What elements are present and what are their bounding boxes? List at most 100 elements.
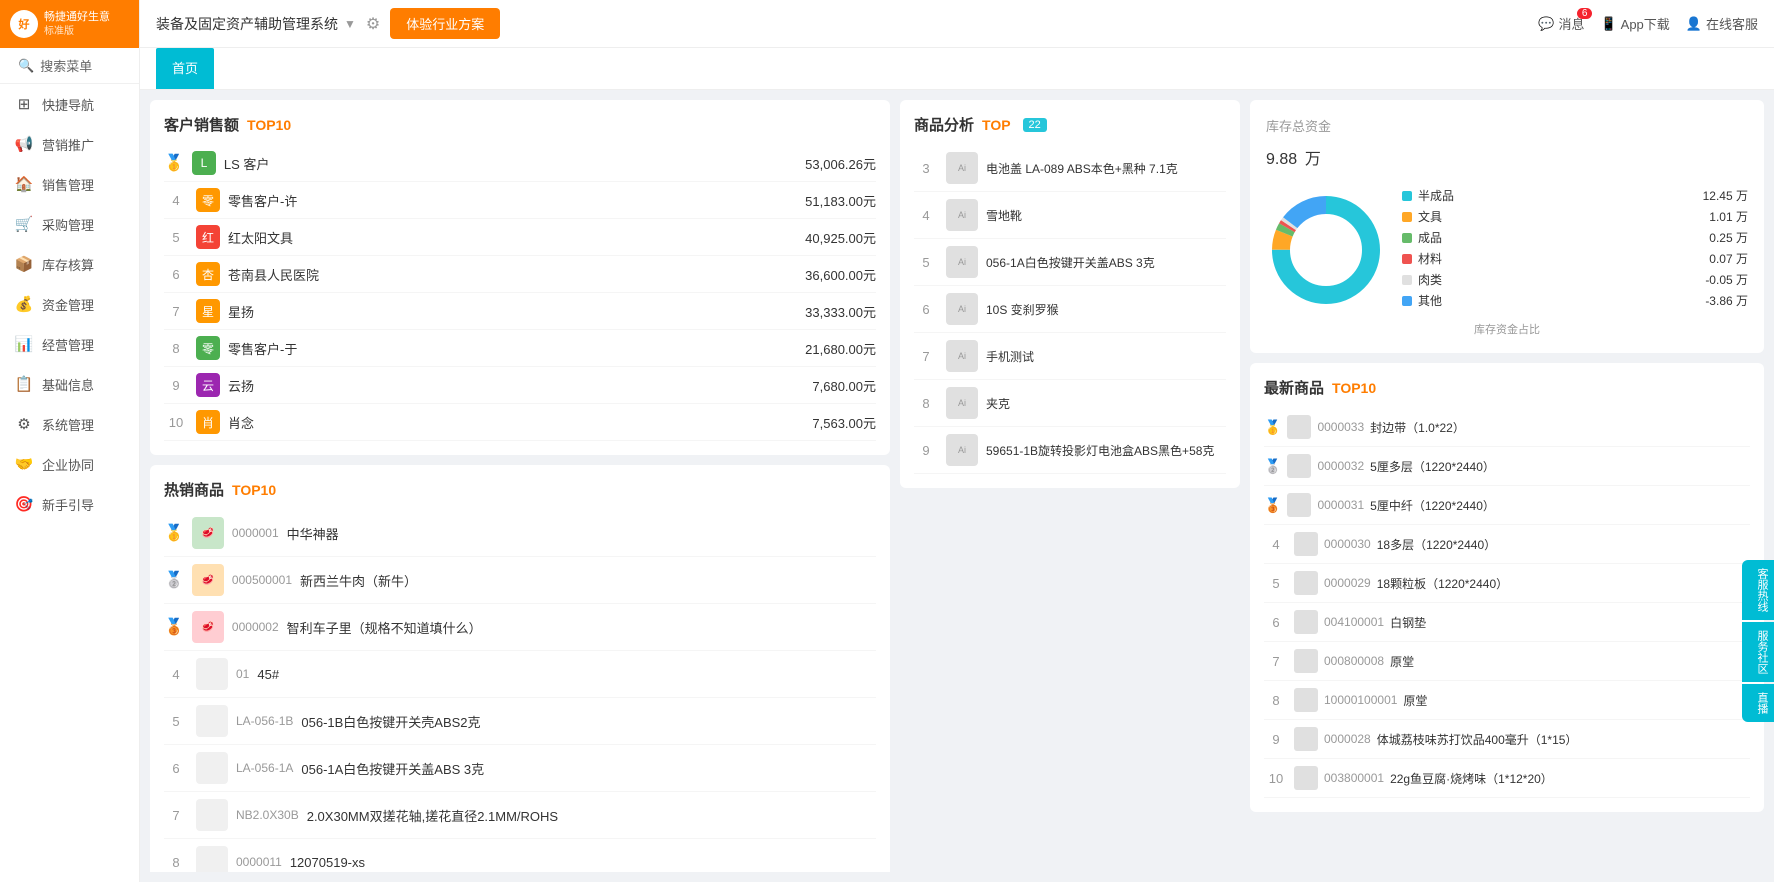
new-products-top10: TOP10 (1332, 380, 1376, 396)
list-item: 8 Ai 夹克 (914, 380, 1226, 427)
rank-number: 7 (1264, 654, 1288, 669)
list-item: 6 004100001 白钢垫 (1264, 603, 1750, 642)
table-row: 5 红 红太阳文具 40,925.00元 (164, 219, 876, 256)
mobile-icon: 📱 (1600, 16, 1616, 32)
product-image: 🥩 (192, 564, 224, 596)
main-area: 装备及固定资产辅助管理系统 ▼ ⚙ 体验行业方案 💬 消息 6 📱 App下载 … (140, 0, 1774, 882)
list-item: 5 LA-056-1B 056-1B白色按键开关壳ABS2克 (164, 698, 876, 745)
avatar: 红 (196, 225, 220, 249)
sidebar-item-finance[interactable]: 💰 资金管理 (0, 284, 139, 324)
customer-ranking-table: 🥇 L LS 客户 53,006.26元 4 零 零售客户-许 51,183.0… (164, 145, 876, 441)
purchase-icon: 🛒 (14, 214, 34, 234)
avatar: 肖 (196, 410, 220, 434)
rank-number: 6 (164, 267, 188, 282)
sales-icon: 🏠 (14, 174, 34, 194)
chart-legend: 半成品 12.45 万 文具 1.01 万 成品 0.25 万 (1402, 187, 1748, 313)
hot-products-top10: TOP10 (232, 482, 276, 498)
sidebar-item-marketing[interactable]: 📢 营销推广 (0, 124, 139, 164)
avatar: 星 (196, 299, 220, 323)
list-item: 🥇 0000033 封边带（1.0*22） (1264, 408, 1750, 447)
sidebar-item-basic-info[interactable]: 📋 基础信息 (0, 364, 139, 404)
new-products-card: 最新商品 TOP10 🥇 0000033 封边带（1.0*22） 🥈 00000… (1250, 363, 1764, 812)
product-image (1287, 493, 1311, 517)
hot-products-title: 热销商品 (164, 479, 224, 500)
rank-number: 8 (1264, 693, 1288, 708)
content-area: 客户销售额 TOP10 🥇 L LS 客户 53,006.26元 4 零 (140, 90, 1774, 882)
avatar: 零 (196, 188, 220, 212)
rank-number: 4 (1264, 537, 1288, 552)
sidebar-item-shortcuts[interactable]: ⊞ 快捷导航 (0, 84, 139, 124)
medal-icon: 🥉 (164, 617, 184, 637)
rank-number: 5 (164, 714, 188, 729)
search-menu[interactable]: 🔍 搜索菜单 (0, 48, 139, 84)
rank-number: 9 (914, 443, 938, 458)
rank-number: 8 (164, 855, 188, 870)
rank-number: 10 (1264, 771, 1288, 786)
sidebar-item-cooperation[interactable]: 🤝 企业协同 (0, 444, 139, 484)
donut-svg (1266, 190, 1386, 310)
logo-text: 畅捷通好生意 标准版 (44, 10, 110, 37)
rank-number: 5 (164, 230, 188, 245)
rank-number: 6 (164, 761, 188, 776)
customer-ranking-header: 客户销售额 TOP10 (164, 114, 876, 135)
inventory-title: 库存总资金 (1266, 116, 1748, 135)
product-image (1294, 649, 1318, 673)
list-item: 🥉 0000031 5厘中纤（1220*2440） (1264, 486, 1750, 525)
settings-icon[interactable]: ⚙ (366, 14, 380, 34)
rank-number: 6 (914, 302, 938, 317)
list-item: 7 Ai 手机测试 (914, 333, 1226, 380)
list-item: 5 0000029 18颗粒板（1220*2440） (1264, 564, 1750, 603)
sidebar-item-purchase[interactable]: 🛒 采购管理 (0, 204, 139, 244)
list-item: 4 01 45# (164, 651, 876, 698)
sidebar-item-inventory[interactable]: 📦 库存核算 (0, 244, 139, 284)
product-analysis-title: 商品分析 (914, 114, 974, 135)
messages-button[interactable]: 💬 消息 6 (1538, 14, 1584, 33)
rank-number: 4 (164, 667, 188, 682)
sidebar-item-operations[interactable]: 📊 经营管理 (0, 324, 139, 364)
online-service-button[interactable]: 👤 在线客服 (1686, 14, 1758, 33)
list-item: 🥈 0000032 5厘多层（1220*2440） (1264, 447, 1750, 486)
list-item: 9 0000028 体城荔枝味苏打饮品400毫升（1*15） (1264, 720, 1750, 759)
app-download-button[interactable]: 📱 App下载 (1600, 14, 1669, 33)
product-image (1294, 610, 1318, 634)
customer-service-hotline-button[interactable]: 客服热线 (1742, 560, 1774, 620)
sidebar-item-sales[interactable]: 🏠 销售管理 (0, 164, 139, 204)
legend-item: 成品 0.25 万 (1402, 229, 1748, 246)
product-image (196, 799, 228, 831)
service-community-button[interactable]: 服务社区 (1742, 622, 1774, 682)
product-image (1294, 688, 1318, 712)
hot-products-header: 热销商品 TOP10 (164, 479, 876, 500)
product-image: Ai (946, 387, 978, 419)
try-industry-button[interactable]: 体验行业方案 (390, 8, 500, 39)
legend-item: 材料 0.07 万 (1402, 250, 1748, 267)
rank-number: 7 (914, 349, 938, 364)
customer-ranking-card: 客户销售额 TOP10 🥇 L LS 客户 53,006.26元 4 零 (150, 100, 890, 455)
rank-number: 8 (164, 341, 188, 356)
product-analysis-header: 商品分析 TOP 22 (914, 114, 1226, 135)
float-buttons: 客服热线 服务社区 直播 (1742, 560, 1774, 722)
product-image (196, 705, 228, 737)
legend-item: 文具 1.01 万 (1402, 208, 1748, 225)
top-badge: 22 (1023, 118, 1047, 132)
message-icon: 💬 (1538, 16, 1554, 32)
product-analysis-top10: TOP (982, 117, 1011, 133)
avatar: 杏 (196, 262, 220, 286)
rank-number: 8 (914, 396, 938, 411)
tab-home[interactable]: 首页 (156, 48, 214, 89)
product-image (1287, 454, 1311, 478)
medal-icon: 🥉 (1264, 497, 1281, 514)
medal-icon: 🥈 (164, 570, 184, 590)
live-stream-button[interactable]: 直播 (1742, 684, 1774, 722)
product-image (1287, 415, 1311, 439)
inventory-amount: 9.88 万 (1266, 139, 1748, 171)
list-item: 9 Ai 59651-1B旋转投影灯电池盒ABS黑色+58克 (914, 427, 1226, 474)
legend-dot (1402, 254, 1412, 264)
sidebar-item-guide[interactable]: 🎯 新手引导 (0, 484, 139, 524)
legend-item: 肉类 -0.05 万 (1402, 271, 1748, 288)
sidebar-item-system[interactable]: ⚙ 系统管理 (0, 404, 139, 444)
logo-icon: 好 (10, 10, 38, 38)
shortcuts-icon: ⊞ (14, 94, 34, 114)
legend-item: 半成品 12.45 万 (1402, 187, 1748, 204)
medal-icon: 🥇 (164, 153, 184, 173)
table-row: 7 星 星扬 33,333.00元 (164, 293, 876, 330)
